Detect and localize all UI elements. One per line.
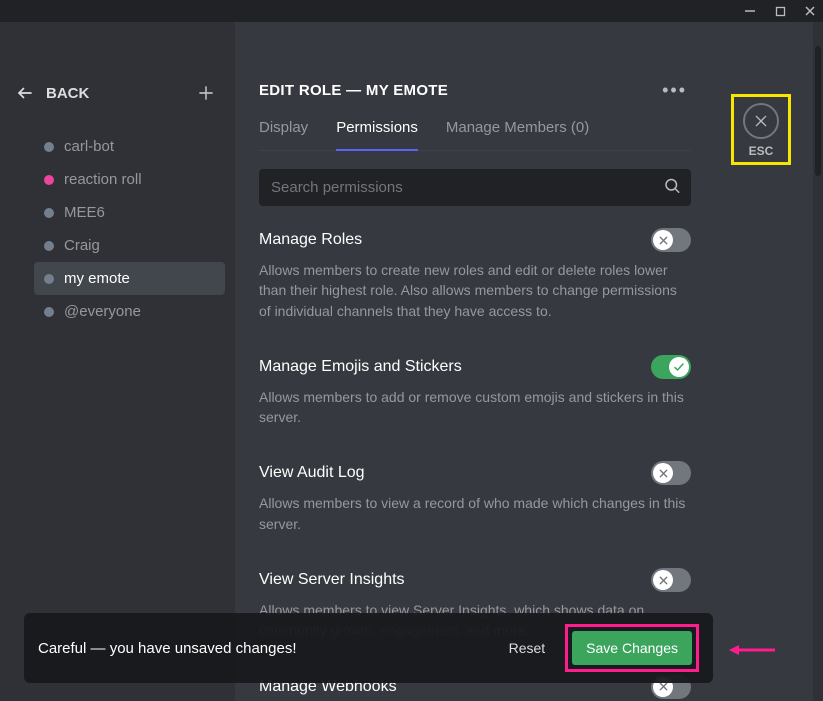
- role-color-dot: [44, 274, 54, 284]
- save-highlight: Save Changes: [565, 624, 699, 672]
- role-color-dot: [44, 241, 54, 251]
- back-button[interactable]: BACK: [16, 84, 89, 102]
- role-color-dot: [44, 142, 54, 152]
- back-label: BACK: [46, 85, 89, 102]
- esc-label: ESC: [736, 144, 786, 158]
- reset-button[interactable]: Reset: [503, 632, 552, 664]
- role-item-reaction-roll[interactable]: reaction roll: [34, 163, 225, 196]
- save-changes-button[interactable]: Save Changes: [572, 631, 692, 665]
- permission-view-audit-log: View Audit Log Allows members to view a r…: [259, 461, 691, 534]
- plus-icon: [197, 84, 215, 102]
- permission-title: Manage Roles: [259, 231, 362, 249]
- role-color-dot: [44, 307, 54, 317]
- scrollbar-track[interactable]: [813, 22, 823, 701]
- close-button[interactable]: [743, 103, 779, 139]
- permission-manage-roles: Manage Roles Allows members to create new…: [259, 228, 691, 321]
- permission-title: View Server Insights: [259, 571, 405, 589]
- x-icon: [653, 463, 673, 483]
- x-icon: [653, 230, 673, 250]
- check-icon: [669, 357, 689, 377]
- search-icon: [663, 176, 681, 199]
- role-name-label: my emote: [64, 270, 130, 287]
- permission-title: Manage Emojis and Stickers: [259, 358, 462, 376]
- toast-message: Careful — you have unsaved changes!: [38, 640, 297, 657]
- role-name-label: MEE6: [64, 204, 105, 221]
- permission-description: Allows members to add or remove custom e…: [259, 387, 691, 428]
- arrow-left-icon: [16, 84, 34, 102]
- add-role-button[interactable]: [195, 82, 217, 104]
- toggle-view-audit-log[interactable]: [651, 461, 691, 485]
- roles-sidebar: BACK carl-bot reaction roll MEE6 Craig my em…: [0, 22, 235, 701]
- role-name-label: @everyone: [64, 303, 141, 320]
- role-item--everyone[interactable]: @everyone: [34, 295, 225, 328]
- permission-manage-emojis: Manage Emojis and Stickers Allows members…: [259, 355, 691, 428]
- search-permissions-input[interactable]: [259, 169, 691, 206]
- permission-title: View Audit Log: [259, 464, 365, 482]
- toggle-manage-roles[interactable]: [651, 228, 691, 252]
- arrow-left-pink-icon: [729, 642, 777, 658]
- role-name-label: Craig: [64, 237, 100, 254]
- page-title: EDIT ROLE — MY EMOTE: [259, 82, 448, 99]
- role-color-dot: [44, 208, 54, 218]
- maximize-button[interactable]: [773, 4, 787, 18]
- minimize-button[interactable]: [743, 4, 757, 18]
- scrollbar-thumb[interactable]: [815, 46, 821, 176]
- tabs: Display Permissions Manage Members (0): [259, 119, 691, 151]
- toggle-manage-emojis[interactable]: [651, 355, 691, 379]
- permission-description: Allows members to view a record of who m…: [259, 493, 691, 534]
- x-icon: [653, 570, 673, 590]
- role-item-my-emote[interactable]: my emote: [34, 262, 225, 295]
- tab-display[interactable]: Display: [259, 119, 308, 150]
- role-item-craig[interactable]: Craig: [34, 229, 225, 262]
- role-name-label: reaction roll: [64, 171, 142, 188]
- window-close-button[interactable]: [803, 4, 817, 18]
- tab-permissions[interactable]: Permissions: [336, 119, 418, 150]
- role-item-mee6[interactable]: MEE6: [34, 196, 225, 229]
- role-item-carl-bot[interactable]: carl-bot: [34, 130, 225, 163]
- esc-highlight: ESC: [731, 94, 791, 165]
- toggle-view-server-insights[interactable]: [651, 568, 691, 592]
- window-titlebar: [0, 0, 823, 22]
- ellipsis-icon: •••: [662, 80, 687, 100]
- unsaved-changes-toast: Careful — you have unsaved changes! Rese…: [24, 613, 713, 683]
- more-options-button[interactable]: •••: [662, 80, 691, 101]
- tab-manage-members[interactable]: Manage Members (0): [446, 119, 589, 150]
- role-color-dot: [44, 175, 54, 185]
- permission-description: Allows members to create new roles and e…: [259, 260, 691, 321]
- close-icon: [753, 113, 769, 129]
- role-name-label: carl-bot: [64, 138, 114, 155]
- arrow-annotation: [729, 642, 777, 663]
